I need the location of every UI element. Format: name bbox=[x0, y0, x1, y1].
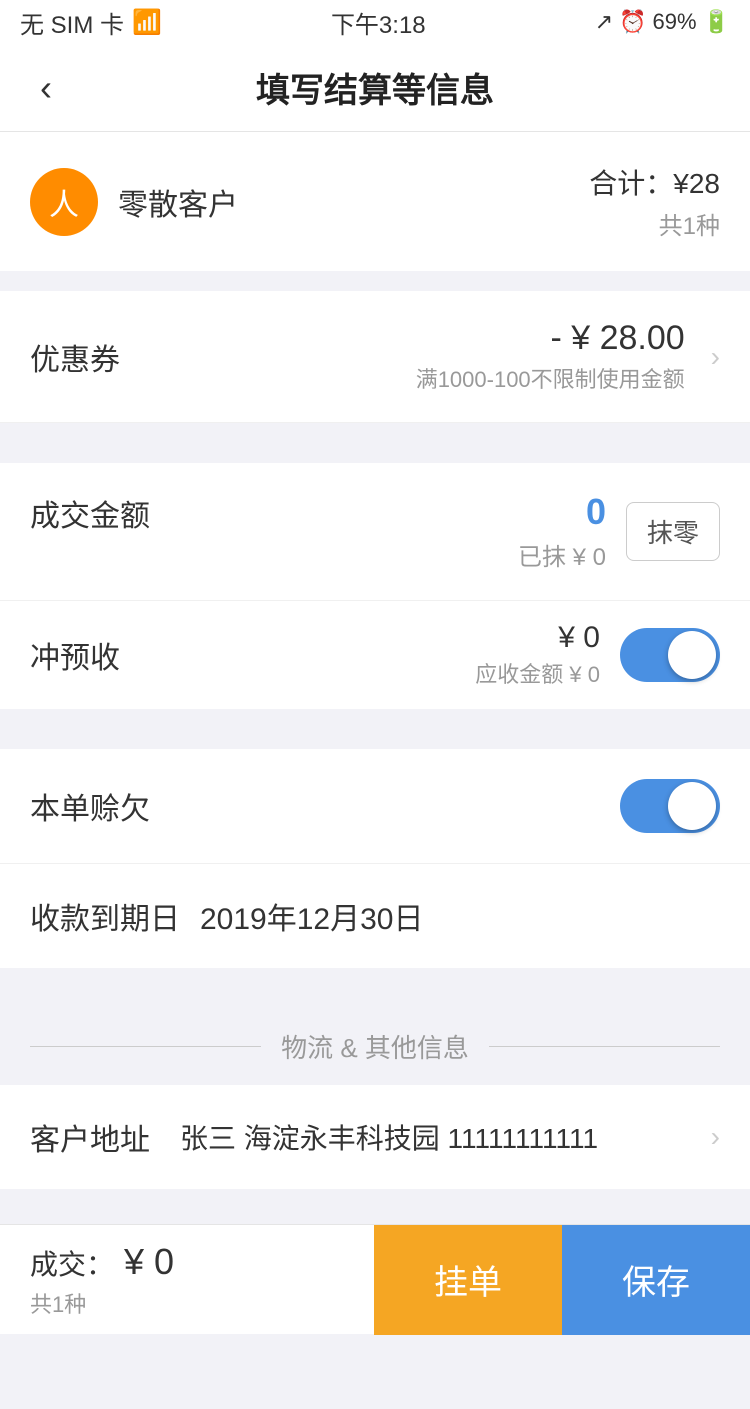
avatar: 人 bbox=[30, 168, 98, 236]
hold-button[interactable]: 挂单 bbox=[374, 1225, 562, 1335]
coupon-section: 优惠券 - ¥ 28.00 满1000-100不限制使用金额 › bbox=[0, 291, 750, 423]
deal-amount-right: 0 已抹 ¥ 0 抹零 bbox=[518, 491, 720, 572]
due-date-value: 2019年12月30日 bbox=[200, 894, 423, 938]
coupon-value-wrap: - ¥ 28.00 满1000-100不限制使用金额 bbox=[416, 319, 685, 394]
coupon-value: - ¥ 28.00 bbox=[416, 319, 685, 358]
deal-amount-label: 成交金额 bbox=[30, 491, 150, 535]
bottom-deal-label: 成交： bbox=[30, 1243, 114, 1283]
bottom-deal-row: 成交： ¥ 0 bbox=[30, 1241, 344, 1283]
separator-2 bbox=[0, 729, 750, 749]
bottom-info: 成交： ¥ 0 共1种 bbox=[0, 1241, 374, 1319]
logistics-divider: 物流 & 其他信息 bbox=[0, 1008, 750, 1085]
back-button[interactable]: ‹ bbox=[30, 57, 62, 119]
coupon-right: - ¥ 28.00 满1000-100不限制使用金额 › bbox=[416, 319, 720, 394]
deal-amount-sub: 已抹 ¥ 0 bbox=[518, 537, 606, 572]
debt-label: 本单赊欠 bbox=[30, 784, 150, 828]
bottom-bar: 成交： ¥ 0 共1种 挂单 保存 bbox=[0, 1224, 750, 1334]
nav-bar: ‹ 填写结算等信息 bbox=[0, 44, 750, 132]
toggle-knob bbox=[668, 631, 716, 679]
prepay-sub: 应收金额 ¥ 0 bbox=[475, 657, 600, 689]
prepay-right: ¥ 0 应收金额 ¥ 0 bbox=[475, 621, 720, 689]
status-bar: 无 SIM 卡 📶 下午3:18 ↗ ⏰ 69% 🔋 bbox=[0, 0, 750, 44]
address-chevron-icon: › bbox=[711, 1121, 720, 1153]
save-button[interactable]: 保存 bbox=[562, 1225, 750, 1335]
bottom-count: 共1种 bbox=[30, 1287, 344, 1319]
coupon-sub: 满1000-100不限制使用金额 bbox=[416, 362, 685, 394]
deal-amount-value: 0 bbox=[518, 491, 606, 533]
wifi-icon: 📶 bbox=[132, 8, 162, 37]
deal-amount-value-wrap: 0 已抹 ¥ 0 bbox=[518, 491, 606, 572]
customer-name: 零散客户 bbox=[118, 180, 238, 224]
time-display: 下午3:18 bbox=[331, 5, 426, 40]
status-right: ↗ ⏰ 69% 🔋 bbox=[595, 9, 730, 35]
separator-1 bbox=[0, 443, 750, 463]
prepay-amount-wrap: ¥ 0 应收金额 ¥ 0 bbox=[475, 621, 600, 689]
divider-line-right bbox=[489, 1046, 720, 1047]
customer-left: 人 零散客户 bbox=[30, 168, 238, 236]
prepay-label: 冲预收 bbox=[30, 633, 120, 677]
location-icon: ↗ bbox=[595, 9, 613, 35]
address-section: 客户地址 张三 海淀永丰科技园 11111111111 › bbox=[0, 1085, 750, 1189]
due-date-label: 收款到期日 bbox=[30, 894, 180, 938]
prepay-amount: ¥ 0 bbox=[475, 621, 600, 655]
customer-section: 人 零散客户 合计：¥28 共1种 bbox=[0, 132, 750, 271]
debt-toggle[interactable] bbox=[620, 779, 720, 833]
logistics-label: 物流 & 其他信息 bbox=[281, 1028, 469, 1065]
customer-total: 合计：¥28 共1种 bbox=[589, 162, 720, 241]
total-count: 共1种 bbox=[589, 206, 720, 241]
prepay-row: 冲预收 ¥ 0 应收金额 ¥ 0 bbox=[0, 601, 750, 709]
separator-3 bbox=[0, 988, 750, 1008]
status-left: 无 SIM 卡 📶 bbox=[20, 5, 162, 40]
coupon-label: 优惠券 bbox=[30, 335, 120, 379]
coupon-chevron-icon: › bbox=[711, 341, 720, 373]
bottom-deal-amount: ¥ 0 bbox=[124, 1241, 174, 1283]
deal-amount-section: 成交金额 0 已抹 ¥ 0 抹零 冲预收 ¥ 0 应收金额 ¥ 0 bbox=[0, 463, 750, 709]
debt-toggle-knob bbox=[668, 782, 716, 830]
battery-text: 69% bbox=[653, 9, 697, 35]
carrier-text: 无 SIM 卡 bbox=[20, 5, 124, 40]
page-title: 填写结算等信息 bbox=[256, 63, 494, 112]
battery-icon: 🔋 bbox=[703, 9, 730, 35]
debt-section: 本单赊欠 收款到期日 2019年12月30日 bbox=[0, 749, 750, 968]
deal-amount-row: 成交金额 0 已抹 ¥ 0 抹零 bbox=[0, 463, 750, 601]
prepay-toggle[interactable] bbox=[620, 628, 720, 682]
debt-row: 本单赊欠 bbox=[0, 749, 750, 864]
due-date-row: 收款到期日 2019年12月30日 bbox=[0, 864, 750, 968]
address-value: 张三 海淀永丰科技园 11111111111 bbox=[180, 1117, 711, 1157]
coupon-row[interactable]: 优惠券 - ¥ 28.00 满1000-100不限制使用金额 › bbox=[0, 291, 750, 423]
address-label: 客户地址 bbox=[30, 1115, 150, 1159]
divider-line-left bbox=[30, 1046, 261, 1047]
round-zero-button[interactable]: 抹零 bbox=[626, 502, 720, 561]
address-row[interactable]: 客户地址 张三 海淀永丰科技园 11111111111 › bbox=[0, 1085, 750, 1189]
content-area: 人 零散客户 合计：¥28 共1种 优惠券 - ¥ 28.00 满1000-10… bbox=[0, 132, 750, 1409]
total-price: 合计：¥28 bbox=[589, 162, 720, 202]
alarm-icon: ⏰ bbox=[619, 9, 646, 35]
